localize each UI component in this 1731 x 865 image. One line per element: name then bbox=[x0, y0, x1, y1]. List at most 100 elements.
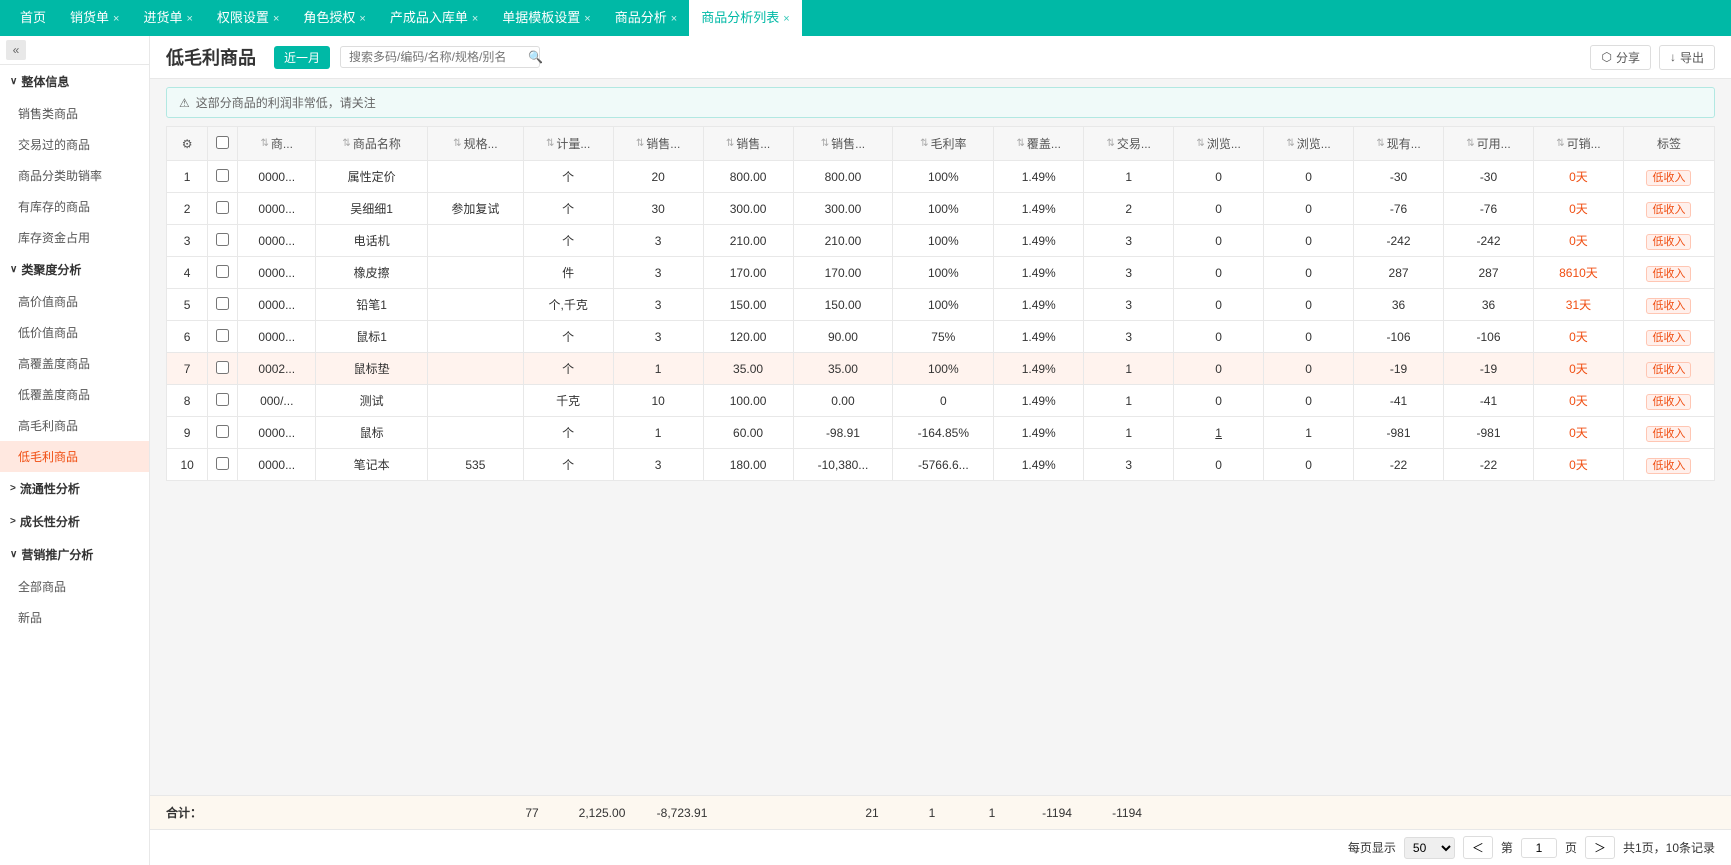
row-checkbox[interactable] bbox=[208, 321, 238, 353]
search-icon[interactable]: 🔍 bbox=[528, 50, 543, 64]
per-page-select[interactable]: 50 100 200 bbox=[1404, 837, 1455, 859]
row-view1: 0 bbox=[1174, 385, 1264, 417]
nav-item-product[interactable]: 产成品入库单× bbox=[378, 0, 490, 36]
sidebar-item-high-coverage[interactable]: 高覆盖度商品 bbox=[0, 348, 149, 379]
search-input[interactable] bbox=[340, 46, 540, 68]
sort-icon9: ⇅ bbox=[1017, 138, 1025, 149]
nav-item-sales[interactable]: 销货单× bbox=[58, 0, 131, 36]
col-saleable[interactable]: ⇅可销... bbox=[1533, 127, 1623, 161]
row-checkbox[interactable] bbox=[208, 161, 238, 193]
row-gross-rate: 0 bbox=[893, 385, 994, 417]
row-saleable: 0天 bbox=[1533, 449, 1623, 481]
row-checkbox[interactable] bbox=[208, 193, 238, 225]
sidebar-group-overall[interactable]: ∨ 整体信息 bbox=[0, 65, 149, 98]
sidebar-item-low-coverage[interactable]: 低覆盖度商品 bbox=[0, 379, 149, 410]
nav-item-analysis-list[interactable]: 商品分析列表× bbox=[689, 0, 801, 36]
sidebar-group-cluster[interactable]: ∨ 类聚度分析 bbox=[0, 253, 149, 286]
row-gross-rate: 100% bbox=[893, 257, 994, 289]
row-checkbox[interactable] bbox=[208, 353, 238, 385]
sidebar-item-category-rate[interactable]: 商品分类助销率 bbox=[0, 160, 149, 191]
row-name: 橡皮擦 bbox=[316, 257, 428, 289]
row-code: 000/... bbox=[238, 385, 316, 417]
col-view2[interactable]: ⇅浏览... bbox=[1264, 127, 1354, 161]
col-sales-price[interactable]: ⇅销售... bbox=[703, 127, 793, 161]
sidebar-item-low-value[interactable]: 低价值商品 bbox=[0, 317, 149, 348]
row-trade: 3 bbox=[1084, 225, 1174, 257]
sidebar-group-marketing[interactable]: ∨ 营销推广分析 bbox=[0, 538, 149, 571]
col-name[interactable]: ⇅商品名称 bbox=[316, 127, 428, 161]
col-available[interactable]: ⇅可用... bbox=[1444, 127, 1534, 161]
row-view1[interactable]: 1 bbox=[1174, 417, 1264, 449]
export-button[interactable]: ↓ 导出 bbox=[1659, 45, 1715, 70]
sidebar-collapse-btn[interactable]: « bbox=[6, 40, 26, 60]
sidebar-item-sales-goods[interactable]: 销售类商品 bbox=[0, 98, 149, 129]
nav-item-role[interactable]: 角色授权× bbox=[291, 0, 377, 36]
table-row: 4 0000... 橡皮擦 件 3 170.00 170.00 100% 1.4… bbox=[167, 257, 1715, 289]
next-page-button[interactable]: ＞ bbox=[1585, 836, 1615, 859]
table-row: 7 0002... 鼠标垫 个 1 35.00 35.00 100% 1.49%… bbox=[167, 353, 1715, 385]
sidebar-group-growth[interactable]: > 成长性分析 bbox=[0, 505, 149, 538]
col-sales-qty[interactable]: ⇅销售... bbox=[613, 127, 703, 161]
prev-page-button[interactable]: ＜ bbox=[1463, 836, 1493, 859]
row-checkbox[interactable] bbox=[208, 385, 238, 417]
table-row: 9 0000... 鼠标 个 1 60.00 -98.91 -164.85% 1… bbox=[167, 417, 1715, 449]
row-checkbox[interactable] bbox=[208, 417, 238, 449]
sidebar-item-capital[interactable]: 库存资金占用 bbox=[0, 222, 149, 253]
row-sales-qty: 3 bbox=[613, 289, 703, 321]
row-gross-rate: 75% bbox=[893, 321, 994, 353]
col-checkbox[interactable] bbox=[208, 127, 238, 161]
col-tag[interactable]: 标签 bbox=[1623, 127, 1714, 161]
nav-item-home[interactable]: 首页 bbox=[8, 0, 58, 36]
share-button[interactable]: ⬡ 分享 bbox=[1590, 45, 1651, 70]
sidebar-item-new-goods[interactable]: 新品 bbox=[0, 602, 149, 633]
sidebar-item-high-margin[interactable]: 高毛利商品 bbox=[0, 410, 149, 441]
date-filter-button[interactable]: 近一月 bbox=[274, 46, 330, 69]
col-spec[interactable]: ⇅规格... bbox=[428, 127, 524, 161]
nav-item-template[interactable]: 单据模板设置× bbox=[490, 0, 602, 36]
col-unit[interactable]: ⇅计量... bbox=[523, 127, 613, 161]
col-code[interactable]: ⇅商... bbox=[238, 127, 316, 161]
nav-item-permission[interactable]: 权限设置× bbox=[205, 0, 291, 36]
row-checkbox[interactable] bbox=[208, 257, 238, 289]
col-current[interactable]: ⇅现有... bbox=[1354, 127, 1444, 161]
sidebar-item-traded-goods[interactable]: 交易过的商品 bbox=[0, 129, 149, 160]
sort-icon5: ⇅ bbox=[636, 138, 644, 149]
row-no: 10 bbox=[167, 449, 208, 481]
nav-item-analysis[interactable]: 商品分析× bbox=[603, 0, 689, 36]
select-all-checkbox[interactable] bbox=[216, 136, 229, 149]
table-container[interactable]: ⚙ ⇅商... ⇅商品名称 ⇅规格... ⇅计量... ⇅销售... ⇅销售..… bbox=[150, 126, 1731, 795]
row-name: 测试 bbox=[316, 385, 428, 417]
sidebar-item-low-margin[interactable]: 低毛利商品 bbox=[0, 441, 149, 472]
col-view1[interactable]: ⇅浏览... bbox=[1174, 127, 1264, 161]
table-row: 3 0000... 电话机 个 3 210.00 210.00 100% 1.4… bbox=[167, 225, 1715, 257]
row-sales-amount: 35.00 bbox=[793, 353, 893, 385]
sidebar-item-in-stock[interactable]: 有库存的商品 bbox=[0, 191, 149, 222]
row-no: 3 bbox=[167, 225, 208, 257]
row-name: 笔记本 bbox=[316, 449, 428, 481]
row-view1: 0 bbox=[1174, 257, 1264, 289]
row-sales-amount: 150.00 bbox=[793, 289, 893, 321]
row-coverage: 1.49% bbox=[994, 161, 1084, 193]
footer-total: 合计： 77 2,125.00 -8,723.91 21 1 1 -1194 -… bbox=[150, 795, 1731, 829]
col-trade[interactable]: ⇅交易... bbox=[1084, 127, 1174, 161]
page-input[interactable] bbox=[1521, 838, 1557, 858]
row-checkbox[interactable] bbox=[208, 225, 238, 257]
col-sales-amount[interactable]: ⇅销售... bbox=[793, 127, 893, 161]
col-coverage[interactable]: ⇅覆盖... bbox=[994, 127, 1084, 161]
sidebar-item-high-value[interactable]: 高价值商品 bbox=[0, 286, 149, 317]
nav-item-purchase[interactable]: 进货单× bbox=[131, 0, 204, 36]
row-checkbox[interactable] bbox=[208, 289, 238, 321]
row-code: 0000... bbox=[238, 193, 316, 225]
row-current: -22 bbox=[1354, 449, 1444, 481]
sidebar-group-flow[interactable]: > 流通性分析 bbox=[0, 472, 149, 505]
row-no: 9 bbox=[167, 417, 208, 449]
row-spec bbox=[428, 353, 524, 385]
row-sales-amount: -98.91 bbox=[793, 417, 893, 449]
notice-bar: ⚠ 这部分商品的利润非常低，请关注 bbox=[166, 87, 1715, 118]
col-gross-rate[interactable]: ⇅毛利率 bbox=[893, 127, 994, 161]
col-settings[interactable]: ⚙ bbox=[167, 127, 208, 161]
row-name: 鼠标 bbox=[316, 417, 428, 449]
row-checkbox[interactable] bbox=[208, 449, 238, 481]
row-name: 电话机 bbox=[316, 225, 428, 257]
sidebar-item-all-goods[interactable]: 全部商品 bbox=[0, 571, 149, 602]
